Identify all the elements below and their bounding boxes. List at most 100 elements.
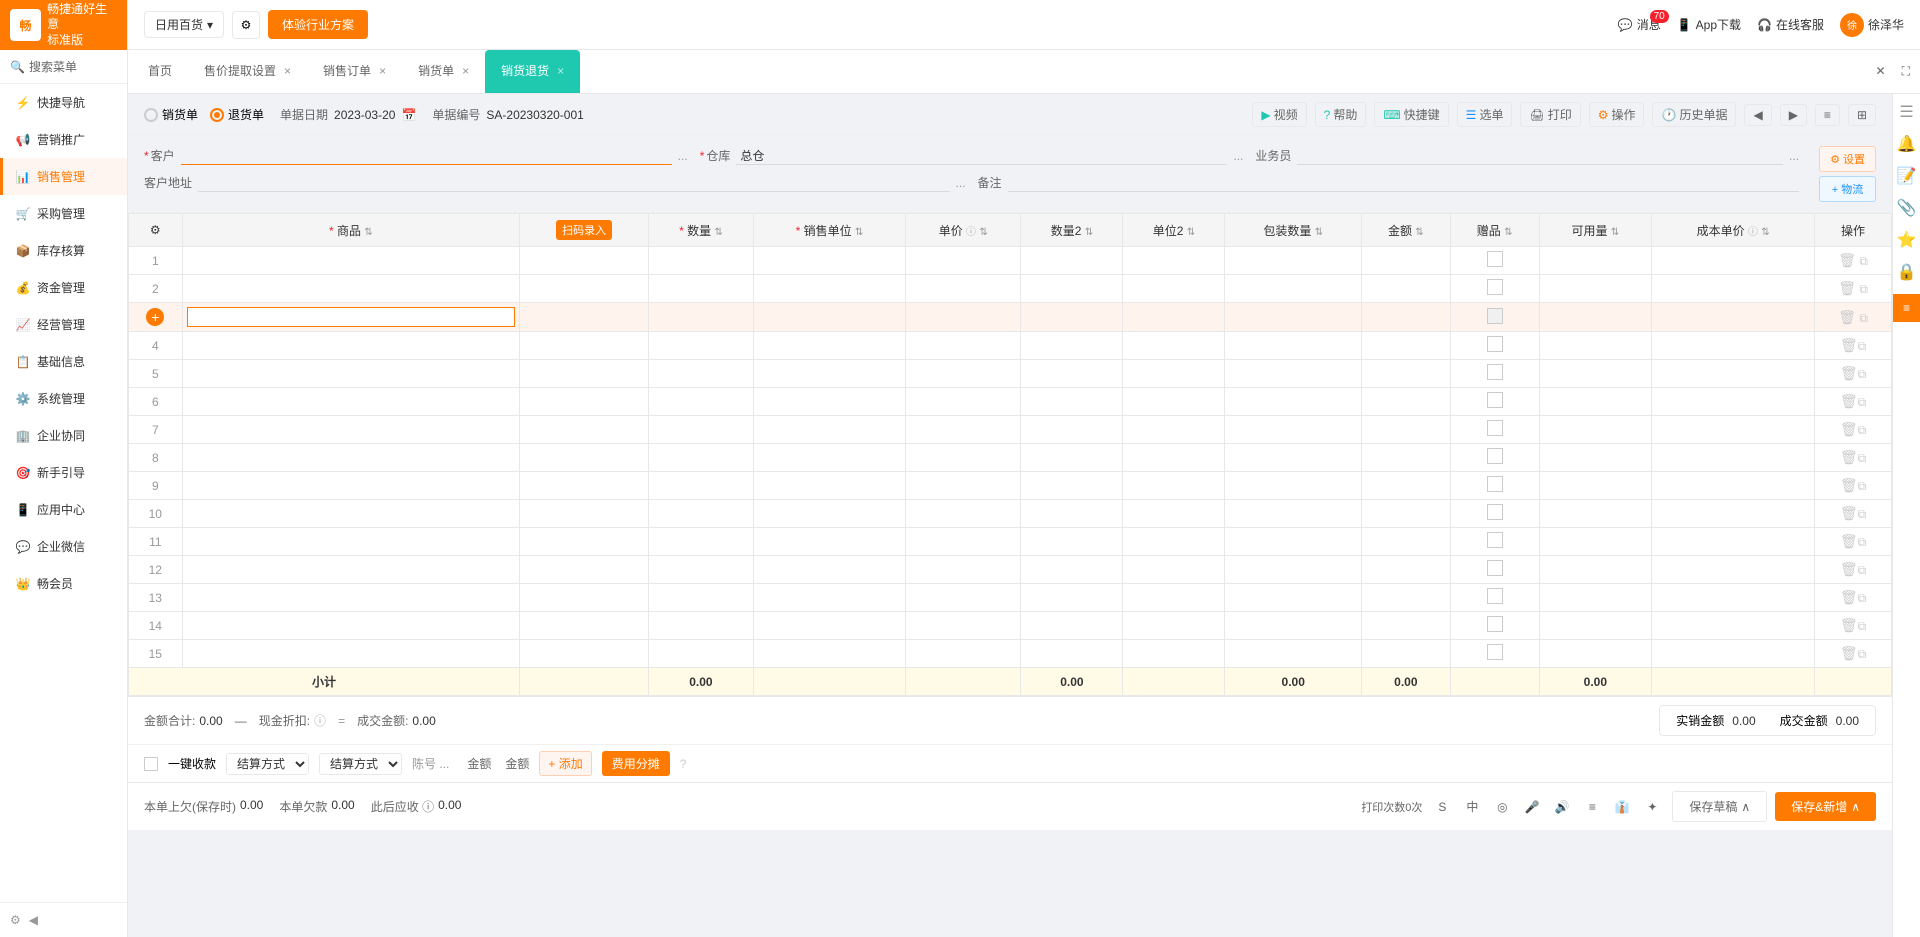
gift-checkbox[interactable] <box>1487 532 1503 548</box>
product-cell[interactable] <box>182 275 519 303</box>
sidebar-item-member[interactable]: 👑 畅会员 <box>0 565 127 602</box>
search-menu[interactable]: 🔍 搜索菜单 <box>0 50 127 84</box>
settlement-method-select[interactable]: 结算方式 <box>226 753 309 775</box>
footer-icon-1[interactable]: S <box>1430 795 1454 819</box>
copy-row-button[interactable]: ⧉ <box>1859 311 1868 325</box>
tab-fullscreen-button[interactable]: ⛶ <box>1896 60 1916 83</box>
footer-icon-3[interactable]: ◎ <box>1490 795 1514 819</box>
sort-pack-icon[interactable]: ⇅ <box>1315 227 1323 238</box>
delete-row-button[interactable]: 🗑 <box>1840 645 1858 661</box>
sidebar-settings-icon[interactable]: ⚙ <box>10 913 21 927</box>
footer-icon-5[interactable]: 🔊 <box>1550 795 1574 819</box>
copy-row-button[interactable]: ⧉ <box>1858 339 1867 353</box>
delete-row-button[interactable]: 🗑 <box>1840 477 1858 493</box>
copy-row-button[interactable]: ⧉ <box>1858 507 1867 521</box>
pack-qty-cell[interactable] <box>1225 275 1361 303</box>
right-panel-icon-3[interactable]: 📝 <box>1897 166 1917 186</box>
right-panel-icon-5[interactable]: ⭐ <box>1897 230 1917 250</box>
expense-split-button[interactable]: 费用分摊 <box>602 751 670 776</box>
gift-checkbox[interactable] <box>1487 448 1503 464</box>
right-panel-icon-6[interactable]: 🔒 <box>1897 262 1917 282</box>
message-button[interactable]: 💬 消息 70 <box>1618 16 1661 33</box>
copy-row-button[interactable]: ⧉ <box>1858 619 1867 633</box>
add-row-button[interactable]: + <box>146 308 164 326</box>
footer-icon-7[interactable]: 👔 <box>1610 795 1634 819</box>
unit2-cell[interactable] <box>1123 275 1225 303</box>
unit-price-cell[interactable] <box>906 275 1021 303</box>
delete-row-button[interactable]: 🗑 <box>1840 533 1858 549</box>
warehouse-picker-button[interactable]: ... <box>1233 149 1243 163</box>
copy-row-button[interactable]: ⧉ <box>1858 451 1867 465</box>
save-draft-button[interactable]: 保存草稿 ∧ <box>1672 791 1767 822</box>
right-panel-active-button[interactable]: ≡ <box>1893 294 1920 322</box>
delete-row-button[interactable]: 🗑 <box>1840 393 1858 409</box>
sort-qty2-icon[interactable]: ⇅ <box>1085 227 1093 238</box>
pack-qty-cell[interactable] <box>1225 303 1361 332</box>
unit2-cell[interactable] <box>1123 303 1225 332</box>
sidebar-item-system[interactable]: ⚙️ 系统管理 <box>0 380 127 417</box>
table-header-settings[interactable]: ⚙ <box>129 214 183 247</box>
right-panel-icon-2[interactable]: 🔔 <box>1897 134 1917 154</box>
radio-sale-bill[interactable]: 销货单 <box>144 106 198 123</box>
copy-row-button[interactable]: ⧉ <box>1858 647 1867 661</box>
sidebar-item-enterprise[interactable]: 🏢 企业协同 <box>0 417 127 454</box>
gift-checkbox[interactable] <box>1487 336 1503 352</box>
delete-row-button[interactable]: 🗑 <box>1840 365 1858 381</box>
gift-checkbox[interactable] <box>1487 364 1503 380</box>
app-download-button[interactable]: 📱 App下载 <box>1677 16 1741 33</box>
footer-icon-6[interactable]: ≡ <box>1580 795 1604 819</box>
user-menu[interactable]: 徐 徐泽华 <box>1840 13 1904 37</box>
sort-unit-icon[interactable]: ⇅ <box>855 227 863 238</box>
right-panel-icon-4[interactable]: 📎 <box>1897 198 1917 218</box>
sidebar-item-guide[interactable]: 🎯 新手引导 <box>0 454 127 491</box>
radio-return-bill[interactable]: 退货单 <box>210 106 264 123</box>
sort-product-icon[interactable]: ⇅ <box>364 227 372 238</box>
sort-qty-icon[interactable]: ⇅ <box>714 227 722 238</box>
quantity2-cell[interactable] <box>1021 275 1123 303</box>
table-header-scan[interactable]: 扫码录入 <box>520 214 649 247</box>
sidebar-item-basic-info[interactable]: 📋 基础信息 <box>0 343 127 380</box>
sort-cost-icon[interactable]: ⇅ <box>1761 227 1769 238</box>
sort-amount-icon[interactable]: ⇅ <box>1415 227 1423 238</box>
copy-row-button[interactable]: ⧉ <box>1859 282 1868 296</box>
amount-cell[interactable] <box>1361 303 1450 332</box>
help-button[interactable]: ? 帮助 <box>1315 102 1367 127</box>
gift-checkbox[interactable] <box>1487 588 1503 604</box>
industry-dropdown[interactable]: 日用百货 ▾ <box>144 11 224 38</box>
sidebar-item-operation[interactable]: 📈 经营管理 <box>0 306 127 343</box>
quantity-cell[interactable] <box>649 303 754 332</box>
online-service-button[interactable]: 🎧 在线客服 <box>1757 16 1824 33</box>
gift-checkbox[interactable] <box>1487 308 1503 324</box>
tab-close-sales-delivery[interactable]: × <box>462 64 469 78</box>
discount-help-icon[interactable]: ⓘ <box>314 712 326 729</box>
sidebar-item-sales[interactable]: 📊 销售管理 <box>0 158 127 195</box>
right-panel-icon-1[interactable]: ☰ <box>1899 102 1913 122</box>
experience-button[interactable]: 体验行业方案 <box>268 10 368 39</box>
available-cell[interactable] <box>1539 275 1652 303</box>
account-select[interactable]: 结算方式 <box>319 753 402 775</box>
payment-help-icon[interactable]: ? <box>680 757 687 771</box>
one-key-payment-checkbox[interactable] <box>144 757 158 771</box>
topbar-settings-button[interactable]: ⚙ <box>232 11 260 39</box>
print-button[interactable]: 🖨 打印 <box>1520 102 1580 127</box>
calendar-icon[interactable]: 📅 <box>401 108 416 122</box>
gift-checkbox[interactable] <box>1487 560 1503 576</box>
gift-checkbox[interactable] <box>1487 392 1503 408</box>
gift-cell[interactable] <box>1450 247 1539 275</box>
remark-input[interactable] <box>1008 173 1800 192</box>
select-button[interactable]: ☰ 选单 <box>1457 102 1513 127</box>
customer-picker-button[interactable]: ... <box>678 149 688 163</box>
delete-row-button[interactable]: 🗑 <box>1840 561 1858 577</box>
product-input[interactable] <box>187 307 515 327</box>
gift-checkbox[interactable] <box>1487 476 1503 492</box>
tab-close-sales-order[interactable]: × <box>379 64 386 78</box>
tab-home[interactable]: 首页 <box>132 50 188 93</box>
prev-record-button[interactable]: ◀ <box>1744 104 1771 126</box>
cost-price-cell[interactable] <box>1652 275 1815 303</box>
address-picker-button[interactable]: ... <box>956 176 966 190</box>
unit-price-cell[interactable] <box>906 303 1021 332</box>
delete-row-button[interactable]: 🗑 <box>1838 309 1856 325</box>
copy-row-button[interactable]: ⧉ <box>1858 423 1867 437</box>
delete-row-button[interactable]: 🗑 <box>1838 280 1856 296</box>
delete-row-button[interactable]: 🗑 <box>1840 337 1858 353</box>
